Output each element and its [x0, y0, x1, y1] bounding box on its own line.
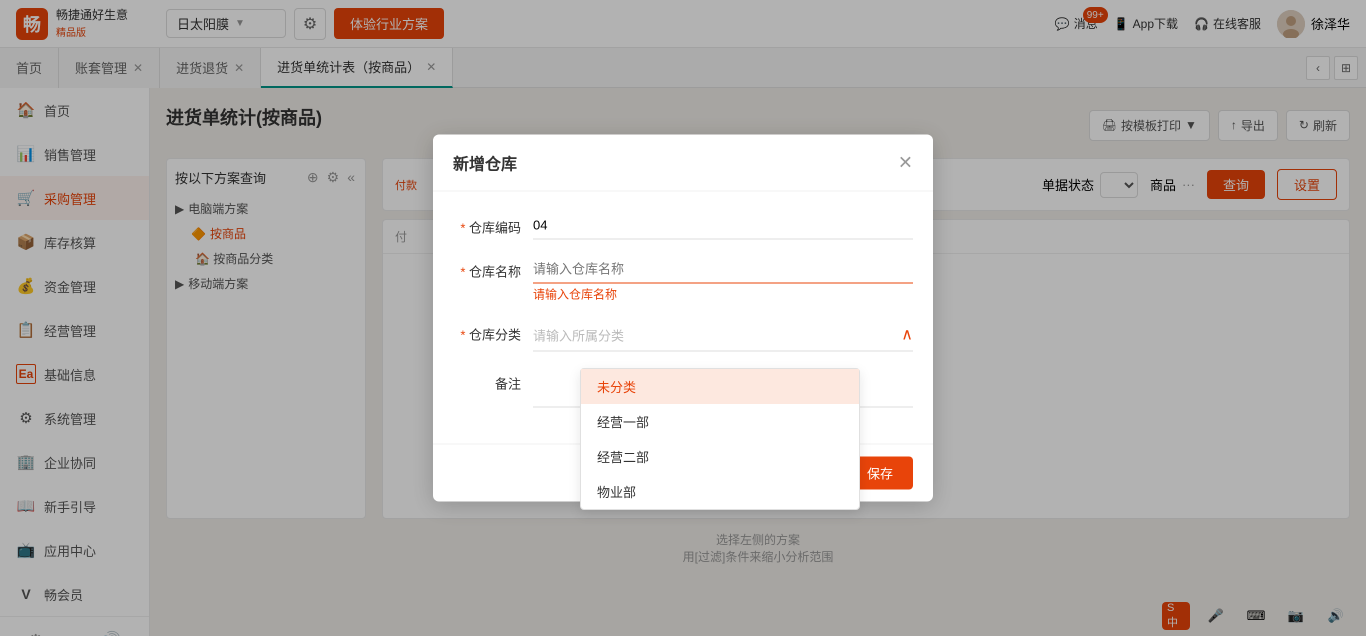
modal-header: 新增仓库 ✕: [433, 135, 933, 192]
category-label: 仓库分类: [453, 319, 533, 344]
form-row-code: 仓库编码: [453, 212, 913, 240]
modal-title: 新增仓库: [453, 151, 517, 175]
category-dropdown: 未分类 经营一部 经营二部 物业部: [580, 368, 860, 510]
dropdown-item-dept1[interactable]: 经营一部: [581, 404, 859, 439]
name-input[interactable]: [533, 256, 913, 284]
category-field: 请输入所属分类 ∧: [533, 319, 913, 352]
code-input[interactable]: [533, 212, 913, 240]
name-label: 仓库名称: [453, 256, 533, 281]
form-row-category: 仓库分类 请输入所属分类 ∧: [453, 319, 913, 352]
dropdown-item-uncategorized[interactable]: 未分类: [581, 369, 859, 404]
dropdown-item-dept3[interactable]: 物业部: [581, 474, 859, 509]
name-field: 请输入仓库名称: [533, 256, 913, 303]
code-field: [533, 212, 913, 240]
dropdown-item-dept2[interactable]: 经营二部: [581, 439, 859, 474]
modal-close-button[interactable]: ✕: [898, 152, 913, 173]
category-select[interactable]: 请输入所属分类 ∧: [533, 319, 913, 352]
category-arrow-icon: ∧: [901, 325, 913, 345]
code-label: 仓库编码: [453, 212, 533, 237]
name-error-msg: 请输入仓库名称: [533, 286, 913, 303]
form-row-name: 仓库名称 请输入仓库名称: [453, 256, 913, 303]
notes-label: 备注: [453, 368, 533, 393]
